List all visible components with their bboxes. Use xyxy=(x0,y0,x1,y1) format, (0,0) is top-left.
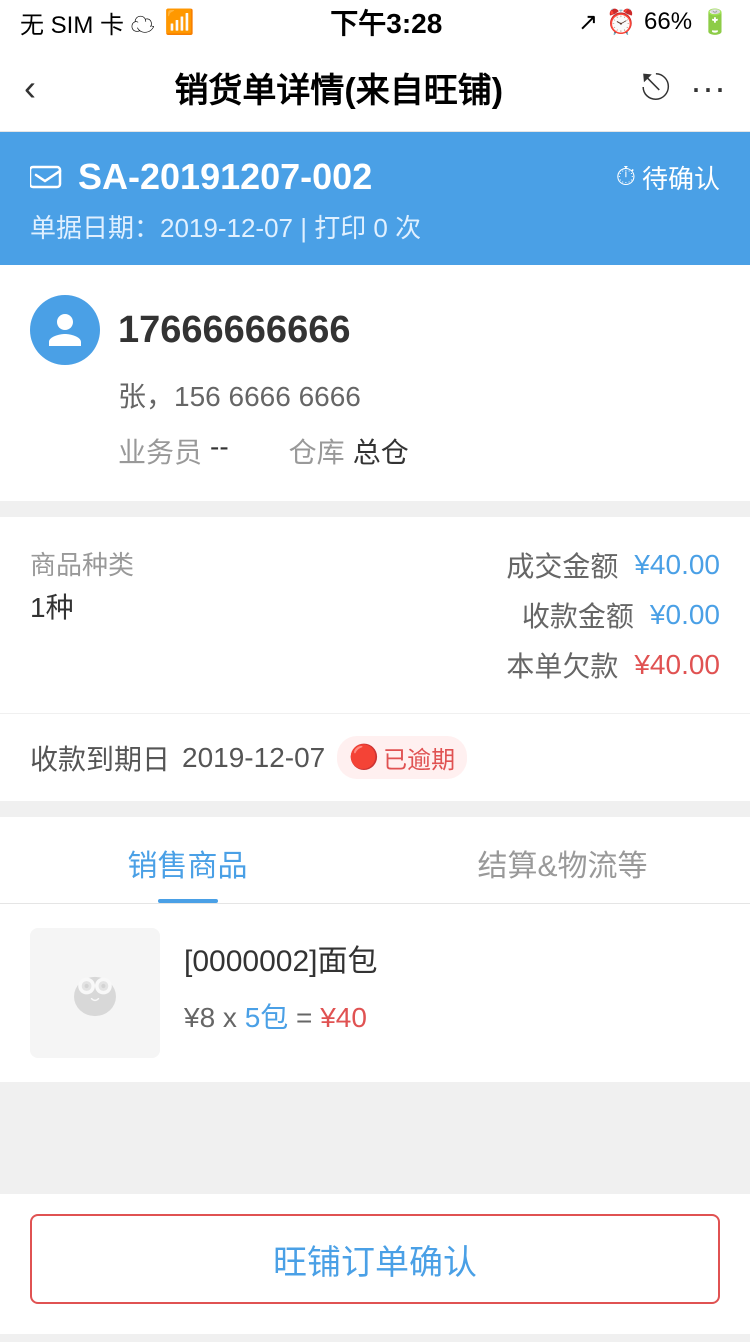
status-time: 下午3:28 xyxy=(330,2,442,42)
warehouse-meta: 仓库 总仓 xyxy=(289,431,409,471)
product-price-0: ¥8 x 5包 = ¥40 xyxy=(184,996,377,1036)
salesperson-value: -- xyxy=(210,431,229,471)
overdue-badge: 🔴 已逾期 xyxy=(337,736,467,779)
tab-settlement[interactable]: 结算&物流等 xyxy=(375,817,750,903)
order-id-row: SA-20191207-002 ⏱ 待确认 xyxy=(30,156,720,198)
due-date-label: 收款到期日 xyxy=(30,738,170,778)
amount-label-1: 收款金额 xyxy=(522,595,634,635)
customer-meta: 业务员 -- 仓库 总仓 xyxy=(118,431,720,471)
page-title: 销货单详情(来自旺铺) xyxy=(174,63,503,112)
product-name-0: [0000002]面包 xyxy=(184,936,377,980)
nav-bar: ‹ 销货单详情(来自旺铺) ⎋ ··· xyxy=(0,44,750,132)
summary-right: 成交金额 ¥40.00 收款金额 ¥0.00 本单欠款 ¥40.00 xyxy=(506,545,720,685)
nav-right: ⎋ ··· xyxy=(642,66,726,109)
back-button[interactable]: ‹ xyxy=(24,67,36,109)
warehouse-value: 总仓 xyxy=(353,431,409,471)
divider-1 xyxy=(0,501,750,517)
order-status: ⏱ 待确认 xyxy=(616,159,720,196)
equals-text: = xyxy=(288,1002,320,1033)
order-id: SA-20191207-002 xyxy=(30,156,372,198)
battery-icon: 🔋 xyxy=(700,8,730,37)
order-header: SA-20191207-002 ⏱ 待确认 单据日期：2019-12-07 | … xyxy=(0,132,750,265)
amount-value-2: ¥40.00 xyxy=(634,649,720,681)
amount-label-2: 本单欠款 xyxy=(506,645,618,685)
salesperson-meta: 业务员 -- xyxy=(118,431,229,471)
summary-card: 商品种类 1种 成交金额 ¥40.00 收款金额 ¥0.00 本单欠款 ¥40.… xyxy=(0,517,750,713)
salesperson-label: 业务员 xyxy=(118,431,202,471)
status-bar: 无 SIM 卡 ☁ 📶 下午3:28 ↗ ⏰ 66% 🔋 xyxy=(0,0,750,44)
amount-value-1: ¥0.00 xyxy=(650,599,720,631)
more-button[interactable]: ··· xyxy=(690,67,726,109)
bottom-area: 旺铺订单确认 xyxy=(0,1194,750,1334)
product-list: [0000002]面包 ¥8 x 5包 = ¥40 xyxy=(0,904,750,1082)
product-info-0: [0000002]面包 ¥8 x 5包 = ¥40 xyxy=(184,928,377,1036)
customer-phone: 17666666666 xyxy=(118,309,350,352)
avatar xyxy=(30,295,100,365)
location-icon: ↗ xyxy=(578,8,598,37)
price-text: ¥8 x xyxy=(184,1002,245,1033)
warning-icon: 🔴 xyxy=(349,743,379,772)
customer-phone-row: 17666666666 xyxy=(30,295,720,365)
clock-icon: ⏱ xyxy=(616,161,636,193)
battery-text: 66% xyxy=(644,8,692,36)
status-left: 无 SIM 卡 ☁ 📶 xyxy=(20,5,195,40)
total-text: ¥40 xyxy=(320,1002,367,1033)
tabs-bar: 销售商品 结算&物流等 xyxy=(0,817,750,904)
status-right: ↗ ⏰ 66% 🔋 xyxy=(578,8,730,37)
warehouse-label: 仓库 xyxy=(289,431,345,471)
alarm-icon: ⏰ xyxy=(606,8,636,37)
amount-label-0: 成交金额 xyxy=(506,545,618,585)
amount-row-2: 本单欠款 ¥40.00 xyxy=(506,645,720,685)
amount-row-0: 成交金额 ¥40.00 xyxy=(506,545,720,585)
tab-sales-products[interactable]: 销售商品 xyxy=(0,817,375,903)
customer-name: 张，156 6666 6666 xyxy=(118,375,720,415)
order-date: 单据日期：2019-12-07 | 打印 0 次 xyxy=(30,208,720,245)
product-image-0 xyxy=(30,928,160,1058)
product-item-0: [0000002]面包 ¥8 x 5包 = ¥40 xyxy=(30,928,720,1058)
confirm-order-button[interactable]: 旺铺订单确认 xyxy=(30,1214,720,1304)
overdue-text: 已逾期 xyxy=(383,740,455,775)
no-sim-text: 无 SIM 卡 ☁ xyxy=(20,5,155,40)
due-date-value: 2019-12-07 xyxy=(182,742,325,774)
product-types-label: 商品种类 xyxy=(30,545,134,582)
summary-left: 商品种类 1种 xyxy=(30,545,134,626)
customer-card: 17666666666 张，156 6666 6666 业务员 -- 仓库 总仓 xyxy=(0,265,750,501)
quantity-text: 5包 xyxy=(245,1002,289,1033)
wifi-icon: 📶 xyxy=(165,8,195,37)
share-button[interactable]: ⎋ xyxy=(642,66,670,109)
nav-left: ‹ xyxy=(24,67,36,109)
product-types-value: 1种 xyxy=(30,586,134,626)
amount-row-1: 收款金额 ¥0.00 xyxy=(522,595,720,635)
amount-value-0: ¥40.00 xyxy=(634,549,720,581)
due-date-card: 收款到期日 2019-12-07 🔴 已逾期 xyxy=(0,713,750,801)
